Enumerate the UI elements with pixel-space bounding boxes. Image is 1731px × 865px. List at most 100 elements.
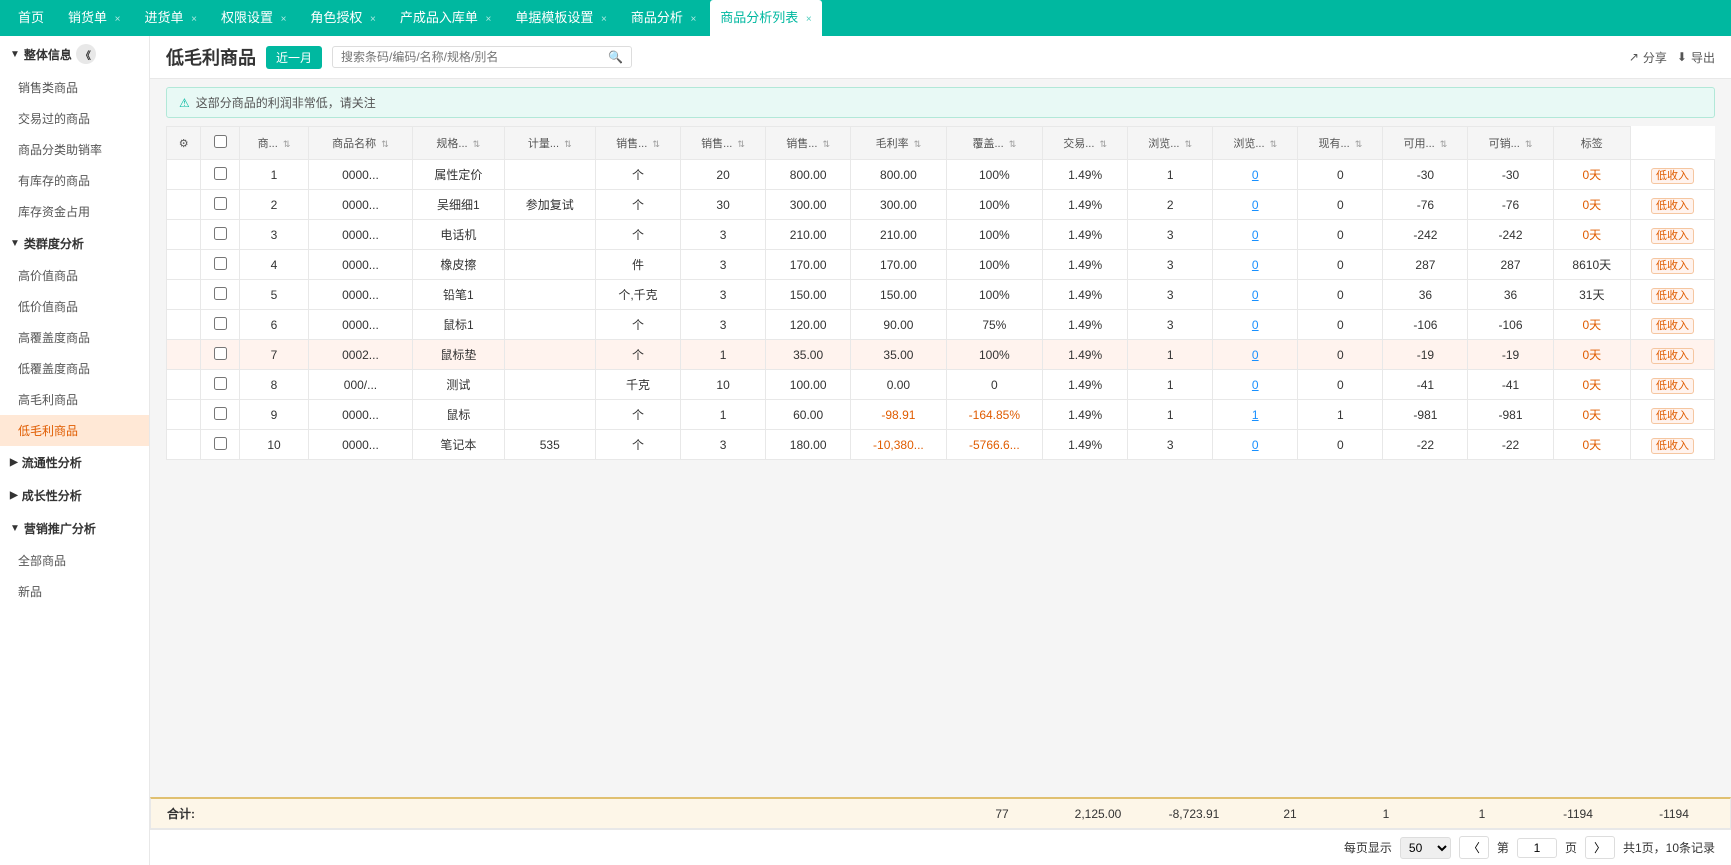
row-checkbox[interactable]: [214, 197, 227, 210]
cell-checkbox[interactable]: [201, 190, 240, 220]
search-icon[interactable]: 🔍: [608, 50, 623, 64]
share-btn[interactable]: ↗ 分享: [1629, 49, 1667, 66]
sidebar-item-stock-goods[interactable]: 有库存的商品: [0, 165, 149, 196]
cell-view1[interactable]: 0: [1213, 160, 1298, 190]
select-all-checkbox[interactable]: [214, 135, 227, 148]
share-label: 分享: [1643, 49, 1667, 66]
col-trade-count[interactable]: 交易... ⇅: [1043, 127, 1128, 160]
cell-checkbox[interactable]: [201, 160, 240, 190]
cell-checkbox[interactable]: [201, 250, 240, 280]
cell-unit: 个: [595, 400, 680, 430]
sidebar-section-growth[interactable]: ▶ 成长性分析: [0, 479, 149, 512]
close-product-analysis-list-icon[interactable]: ×: [806, 14, 812, 25]
sidebar-item-high-value[interactable]: 高价值商品: [0, 260, 149, 291]
sidebar-item-all-goods[interactable]: 全部商品: [0, 545, 149, 576]
nav-purchase-order[interactable]: 进货单 ×: [134, 0, 206, 36]
nav-permission[interactable]: 权限设置 ×: [211, 0, 296, 36]
sidebar-section-marketing[interactable]: ▼ 营销推广分析: [0, 512, 149, 545]
cell-view1[interactable]: 0: [1213, 370, 1298, 400]
col-current-stock[interactable]: 现有... ⇅: [1298, 127, 1383, 160]
cell-checkbox[interactable]: [201, 340, 240, 370]
sidebar-item-low-margin[interactable]: 低毛利商品: [0, 415, 149, 446]
cell-checkbox[interactable]: [201, 280, 240, 310]
sidebar-item-high-coverage[interactable]: 高覆盖度商品: [0, 322, 149, 353]
export-btn[interactable]: ⬇ 导出: [1677, 49, 1715, 66]
nav-product-analysis[interactable]: 商品分析 ×: [621, 0, 706, 36]
cell-no: 6: [240, 310, 309, 340]
col-spec[interactable]: 规格... ⇅: [413, 127, 504, 160]
cell-view1[interactable]: 0: [1213, 190, 1298, 220]
col-name[interactable]: 商品名称 ⇅: [308, 127, 412, 160]
col-available[interactable]: 可用... ⇅: [1383, 127, 1468, 160]
cell-checkbox[interactable]: [201, 430, 240, 460]
col-sales-count[interactable]: 销售... ⇅: [595, 127, 680, 160]
row-checkbox[interactable]: [214, 317, 227, 330]
col-saleable[interactable]: 可销... ⇅: [1468, 127, 1553, 160]
row-checkbox[interactable]: [214, 167, 227, 180]
sidebar-section-group[interactable]: ▼ 类群度分析: [0, 227, 149, 260]
col-coverage[interactable]: 覆盖... ⇅: [946, 127, 1042, 160]
prev-page-btn[interactable]: 〈: [1459, 836, 1489, 859]
cell-view1[interactable]: 0: [1213, 310, 1298, 340]
page-number-input[interactable]: [1517, 838, 1557, 858]
cell-checkbox[interactable]: [201, 310, 240, 340]
row-checkbox[interactable]: [214, 347, 227, 360]
sidebar-item-category-rate[interactable]: 商品分类助销率: [0, 134, 149, 165]
cell-checkbox[interactable]: [201, 370, 240, 400]
next-page-btn[interactable]: 〉: [1585, 836, 1615, 859]
col-unit[interactable]: 计量... ⇅: [504, 127, 595, 160]
sidebar-item-high-margin[interactable]: 高毛利商品: [0, 384, 149, 415]
collapse-overall-btn[interactable]: 《: [76, 44, 96, 64]
nav-role-auth[interactable]: 角色授权 ×: [300, 0, 385, 36]
search-input[interactable]: [341, 50, 608, 64]
row-checkbox[interactable]: [214, 287, 227, 300]
col-view1[interactable]: 浏览... ⇅: [1128, 127, 1213, 160]
col-view2[interactable]: 浏览... ⇅: [1213, 127, 1298, 160]
close-permission-icon[interactable]: ×: [281, 14, 287, 25]
nav-template-settings[interactable]: 单据模板设置 ×: [505, 0, 616, 36]
sidebar-section-overall[interactable]: ▼ 整体信息 《: [0, 36, 149, 72]
row-checkbox[interactable]: [214, 407, 227, 420]
filter-recent-month-btn[interactable]: 近一月: [266, 46, 322, 69]
close-role-auth-icon[interactable]: ×: [370, 14, 376, 25]
col-sales-amount[interactable]: 销售... ⇅: [681, 127, 766, 160]
row-checkbox[interactable]: [214, 437, 227, 450]
col-gross-rate[interactable]: 毛利率 ⇅: [851, 127, 946, 160]
col-checkbox[interactable]: [201, 127, 240, 160]
close-product-inbound-icon[interactable]: ×: [486, 14, 492, 25]
cell-settings: [167, 190, 201, 220]
nav-sales-order[interactable]: 销货单 ×: [58, 0, 130, 36]
page-size-select[interactable]: 50 100: [1400, 837, 1451, 859]
close-sales-order-icon[interactable]: ×: [115, 14, 121, 25]
row-checkbox[interactable]: [214, 377, 227, 390]
cell-view1[interactable]: 1: [1213, 400, 1298, 430]
row-checkbox[interactable]: [214, 227, 227, 240]
col-sales-profit[interactable]: 销售... ⇅: [766, 127, 851, 160]
cell-view1[interactable]: 0: [1213, 280, 1298, 310]
sidebar-item-new-goods[interactable]: 新品: [0, 576, 149, 607]
close-template-settings-icon[interactable]: ×: [601, 14, 607, 25]
nav-product-inbound[interactable]: 产成品入库单 ×: [390, 0, 501, 36]
cell-view1[interactable]: 0: [1213, 250, 1298, 280]
row-checkbox[interactable]: [214, 257, 227, 270]
cell-code: 0002...: [308, 340, 412, 370]
close-product-analysis-icon[interactable]: ×: [690, 14, 696, 25]
col-code[interactable]: 商... ⇅: [240, 127, 309, 160]
sidebar-item-low-coverage[interactable]: 低覆盖度商品: [0, 353, 149, 384]
sidebar-item-traded-goods[interactable]: 交易过的商品: [0, 103, 149, 134]
sidebar-item-sales-goods[interactable]: 销售类商品: [0, 72, 149, 103]
cell-checkbox[interactable]: [201, 220, 240, 250]
sidebar-section-flow[interactable]: ▶ 流通性分析: [0, 446, 149, 479]
cell-checkbox[interactable]: [201, 400, 240, 430]
cell-view1[interactable]: 0: [1213, 430, 1298, 460]
sidebar-item-stock-capital[interactable]: 库存资金占用: [0, 196, 149, 227]
nav-home[interactable]: 首页: [8, 0, 54, 36]
col-settings[interactable]: ⚙: [167, 127, 201, 160]
nav-product-analysis-list[interactable]: 商品分析列表 ×: [710, 0, 821, 36]
cell-unit: 个: [595, 340, 680, 370]
cell-view1[interactable]: 0: [1213, 340, 1298, 370]
sidebar-item-low-value[interactable]: 低价值商品: [0, 291, 149, 322]
cell-view1[interactable]: 0: [1213, 220, 1298, 250]
cell-available: -41: [1468, 370, 1553, 400]
close-purchase-order-icon[interactable]: ×: [191, 14, 197, 25]
